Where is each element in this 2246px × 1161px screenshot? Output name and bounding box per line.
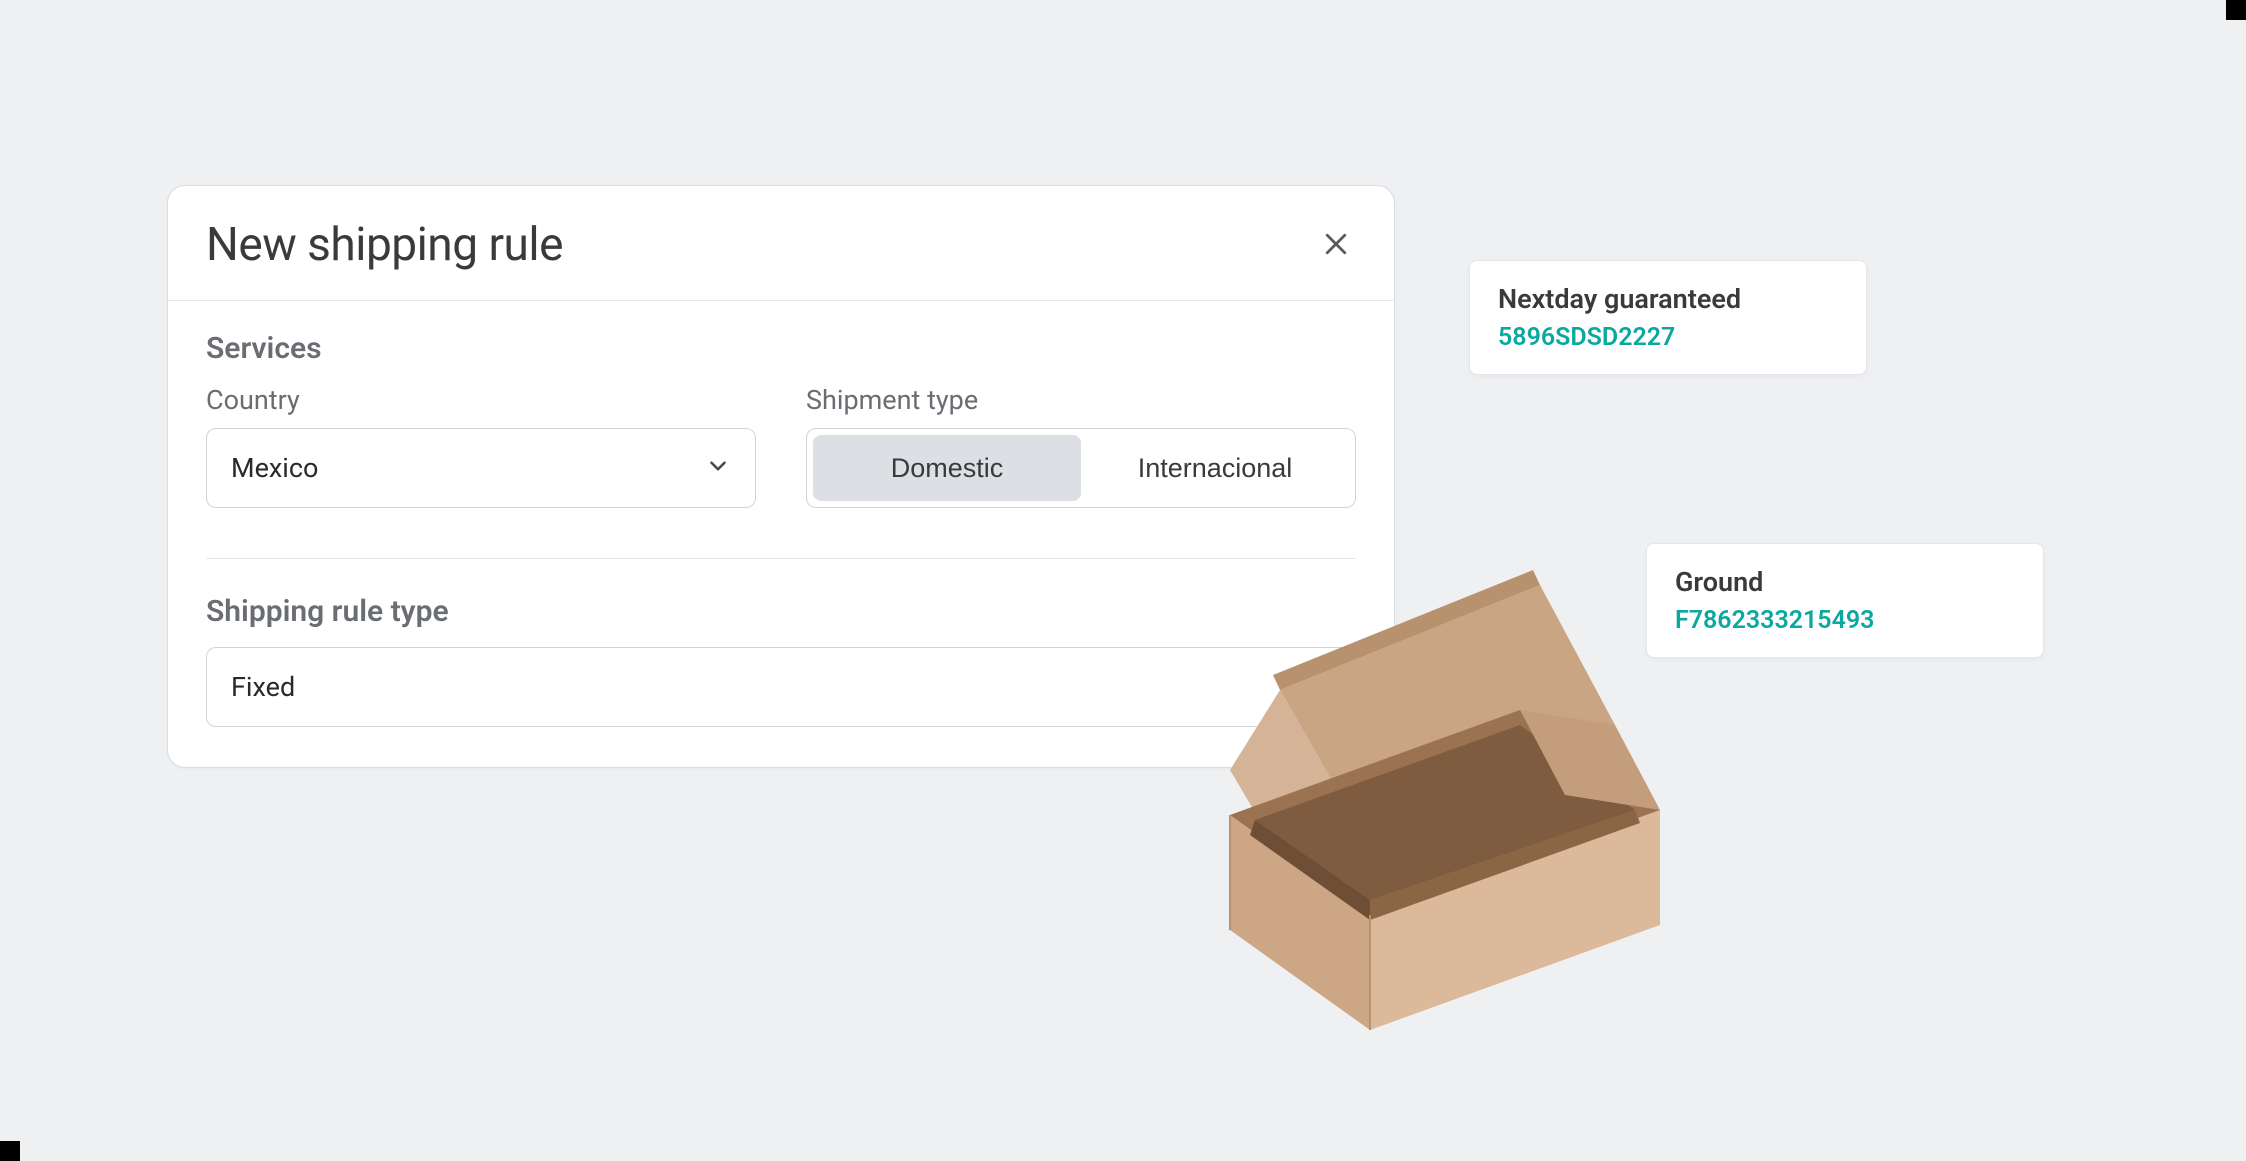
close-button[interactable] bbox=[1316, 225, 1356, 265]
card-code: 5896SDSD2227 bbox=[1498, 323, 1838, 352]
box-illustration bbox=[1185, 475, 1715, 1035]
country-select-value: Mexico bbox=[231, 452, 705, 484]
segment-domestic[interactable]: Domestic bbox=[813, 435, 1081, 501]
country-label: Country bbox=[206, 384, 756, 416]
country-select[interactable]: Mexico bbox=[206, 428, 756, 508]
chevron-down-icon bbox=[705, 453, 731, 483]
rule-type-input[interactable] bbox=[206, 647, 1356, 727]
close-icon bbox=[1321, 229, 1351, 262]
shipment-type-label: Shipment type bbox=[806, 384, 1356, 416]
card-title: Ground bbox=[1675, 566, 2015, 598]
section-divider bbox=[206, 558, 1356, 559]
country-field: Country Mexico bbox=[206, 384, 756, 508]
dialog-header: New shipping rule bbox=[168, 186, 1394, 301]
corner-mark-bl bbox=[0, 1141, 20, 1161]
services-form-row: Country Mexico Shipment type Domestic In… bbox=[206, 384, 1356, 508]
shipment-card-nextday: Nextday guaranteed 5896SDSD2227 bbox=[1469, 260, 1867, 375]
rule-type-section-title: Shipping rule type bbox=[206, 594, 1356, 629]
services-section-title: Services bbox=[206, 331, 1356, 366]
card-code: F7862333215493 bbox=[1675, 606, 2015, 635]
corner-mark-tr bbox=[2226, 0, 2246, 20]
card-title: Nextday guaranteed bbox=[1498, 283, 1838, 315]
dialog-title: New shipping rule bbox=[206, 218, 563, 272]
